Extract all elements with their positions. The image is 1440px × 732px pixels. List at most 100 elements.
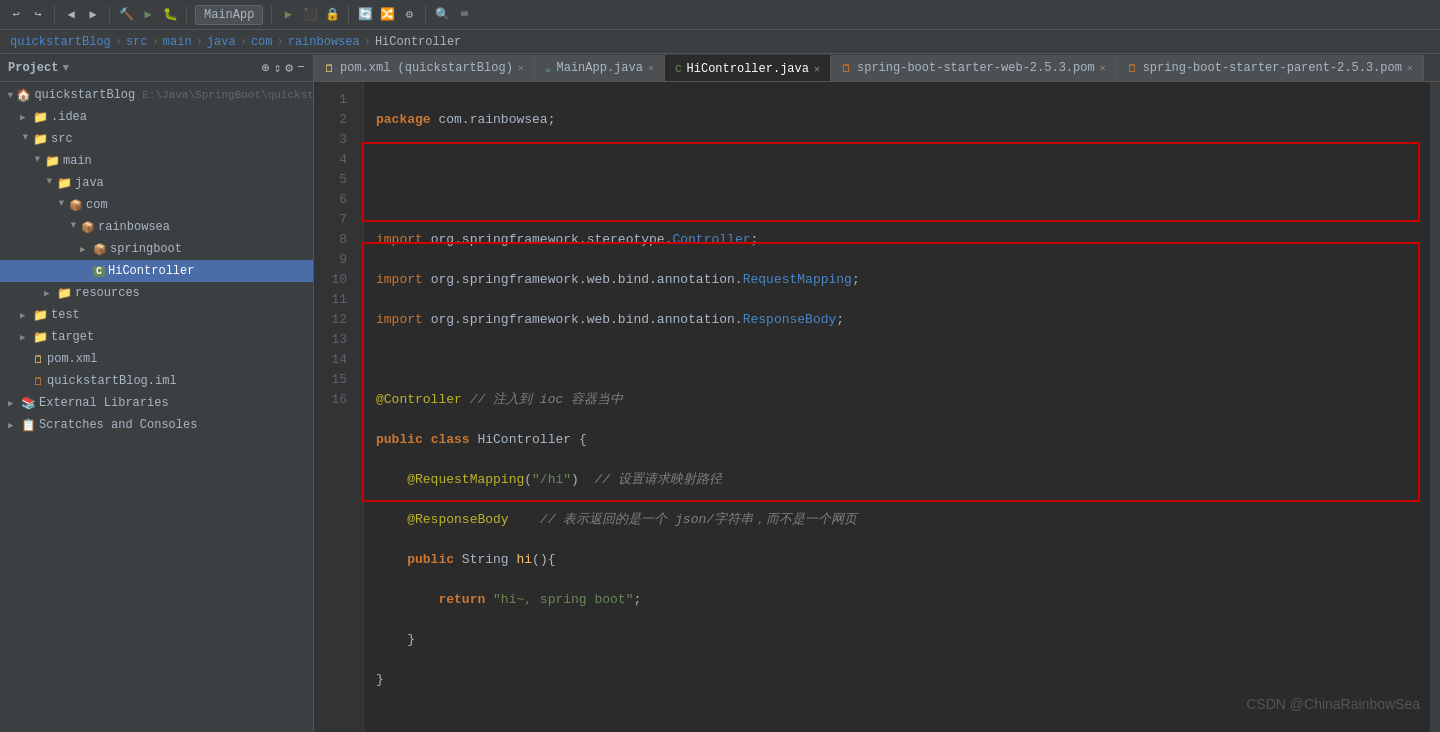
line-9: public class HiController { <box>376 432 587 447</box>
tree-item-java[interactable]: ▶ 📁 java <box>0 172 313 194</box>
build-icon[interactable]: 🔨 <box>118 7 134 23</box>
breadcrumb-com[interactable]: com <box>251 35 273 49</box>
tree-item-springboot[interactable]: ▶ 📦 springboot <box>0 238 313 260</box>
breadcrumb: quickstartBlog › src › main › java › com… <box>0 30 1440 54</box>
tree-item-external-libs[interactable]: ▶ 📚 External Libraries <box>0 392 313 414</box>
editor-tabs: 🗒 pom.xml (quickstartBlog) ✕ ☕ MainApp.j… <box>314 54 1440 82</box>
sidebar-title: Project ▼ <box>8 61 69 75</box>
run-icon[interactable]: ▶ <box>140 7 156 23</box>
tree-item-rainbowsea[interactable]: ▶ 📦 rainbowsea <box>0 216 313 238</box>
hicontroller-icon: C <box>93 266 105 277</box>
src-folder-icon: 📁 <box>33 132 48 147</box>
tab-label-hicontroller: HiController.java <box>687 62 809 76</box>
line-14: } <box>376 632 415 647</box>
tab-mainapp[interactable]: ☕ MainApp.java ✕ <box>535 55 665 81</box>
external-libs-icon: 📚 <box>21 396 36 411</box>
tree-item-com[interactable]: ▶ 📦 com <box>0 194 313 216</box>
pom-icon: 🗒 <box>33 353 44 366</box>
forward-icon[interactable]: ▶ <box>85 7 101 23</box>
chevron-java: ▶ <box>44 178 55 188</box>
line-5: import org.springframework.web.bind.anno… <box>376 272 860 287</box>
line-1: package com.rainbowsea; <box>376 112 555 127</box>
idea-folder-icon: 📁 <box>33 110 48 125</box>
tree-label-iml: quickstartBlog.iml <box>47 374 177 388</box>
iml-icon: 🗒 <box>33 375 44 388</box>
sidebar-icon-locate[interactable]: ⊕ <box>262 60 270 76</box>
run2-icon[interactable]: ▶ <box>280 7 296 23</box>
line-11: @ResponseBody // 表示返回的是一个 json/字符串，而不是一个… <box>376 512 857 527</box>
code-content[interactable]: package com.rainbowsea; import org.sprin… <box>364 82 1430 732</box>
chevron-project: ▶ <box>5 92 16 97</box>
tree-item-iml[interactable]: ▶ 🗒 quickstartBlog.iml <box>0 370 313 392</box>
tree-item-idea[interactable]: ▶ 📁 .idea <box>0 106 313 128</box>
tree-label-target: target <box>51 330 94 344</box>
tree-label-rainbowsea: rainbowsea <box>98 220 170 234</box>
sep3 <box>186 6 187 24</box>
debug-icon[interactable]: 🐛 <box>162 7 178 23</box>
line-8: @Controller // 注入到 ioc 容器当中 <box>376 392 623 407</box>
breadcrumb-src[interactable]: src <box>126 35 148 49</box>
tree-item-hicontroller[interactable]: ▶ C HiController <box>0 260 313 282</box>
tree-item-target[interactable]: ▶ 📁 target <box>0 326 313 348</box>
tab-icon-hicontroller: C <box>675 63 682 75</box>
resources-folder-icon: 📁 <box>57 286 72 301</box>
breadcrumb-rainbowsea[interactable]: rainbowsea <box>288 35 360 49</box>
sidebar-icon-minimize[interactable]: − <box>297 60 305 76</box>
rainbowsea-pkg-icon: 📦 <box>81 221 95 234</box>
editor-scrollbar[interactable] <box>1430 82 1440 732</box>
tree-item-src[interactable]: ▶ 📁 src <box>0 128 313 150</box>
test-folder-icon: 📁 <box>33 308 48 323</box>
tab-icon-starter-web: 🗒 <box>841 62 852 75</box>
project-dropdown-arrow[interactable]: ▼ <box>62 62 69 74</box>
sidebar-icon-settings[interactable]: ⚙ <box>285 60 293 76</box>
tab-starter-web[interactable]: 🗒 spring-boot-starter-web-2.5.3.pom ✕ <box>831 55 1117 81</box>
sync-icon[interactable]: 🔄 <box>357 7 373 23</box>
tree-item-pom[interactable]: ▶ 🗒 pom.xml <box>0 348 313 370</box>
tab-pom-xml[interactable]: 🗒 pom.xml (quickstartBlog) ✕ <box>314 55 535 81</box>
tree-label-com: com <box>86 198 108 212</box>
line-6: import org.springframework.web.bind.anno… <box>376 312 844 327</box>
scratches-icon: 📋 <box>21 418 36 433</box>
tab-close-mainapp[interactable]: ✕ <box>648 62 654 74</box>
project-icon: 🏠 <box>16 88 31 103</box>
tab-starter-parent[interactable]: 🗒 spring-boot-starter-parent-2.5.3.pom ✕ <box>1117 55 1424 81</box>
tab-close-pom-xml[interactable]: ✕ <box>518 62 524 74</box>
app-name-dropdown[interactable]: MainApp <box>195 5 263 25</box>
chevron-resources: ▶ <box>44 288 54 299</box>
code-view[interactable]: 1 2 3 4 5 6 7 8 9 10 11 12 13 14 15 16 p… <box>314 82 1440 732</box>
chevron-src: ▶ <box>20 134 31 144</box>
settings-icon[interactable]: ⚙ <box>401 7 417 23</box>
tree-item-scratches[interactable]: ▶ 📋 Scratches and Consoles <box>0 414 313 436</box>
sidebar-icon-scroll[interactable]: ⇕ <box>274 60 282 76</box>
line-15: } <box>376 672 384 687</box>
tree-label-idea: .idea <box>51 110 87 124</box>
search2-icon[interactable]: 🔍 <box>434 7 450 23</box>
tab-hicontroller[interactable]: C HiController.java ✕ <box>665 55 831 81</box>
tree-item-project[interactable]: ▶ 🏠 quickstartBlog E:\Java\SpringBoot\qu… <box>0 84 313 106</box>
tab-label-starter-parent: spring-boot-starter-parent-2.5.3.pom <box>1143 61 1402 75</box>
tab-label-starter-web: spring-boot-starter-web-2.5.3.pom <box>857 61 1095 75</box>
tree-item-resources[interactable]: ▶ 📁 resources <box>0 282 313 304</box>
breadcrumb-java[interactable]: java <box>207 35 236 49</box>
com-pkg-icon: 📦 <box>69 199 83 212</box>
coverage-icon[interactable]: 🔒 <box>324 7 340 23</box>
tree-item-main[interactable]: ▶ 📁 main <box>0 150 313 172</box>
java-folder-icon: 📁 <box>57 176 72 191</box>
git-icon[interactable]: 🔀 <box>379 7 395 23</box>
undo-icon[interactable]: ↩ <box>8 7 24 23</box>
redo-icon[interactable]: ↪ <box>30 7 46 23</box>
breadcrumb-main[interactable]: main <box>163 35 192 49</box>
project-label: Project <box>8 61 58 75</box>
springboot-pkg-icon: 📦 <box>93 243 107 256</box>
tab-close-starter-web[interactable]: ✕ <box>1100 62 1106 74</box>
tab-close-starter-parent[interactable]: ✕ <box>1407 62 1413 74</box>
breadcrumb-project[interactable]: quickstartBlog <box>10 35 111 49</box>
back-icon[interactable]: ◀ <box>63 7 79 23</box>
line-10: @RequestMapping("/hi") // 设置请求映射路径 <box>376 472 722 487</box>
chevron-main: ▶ <box>32 156 43 166</box>
tab-close-hicontroller[interactable]: ✕ <box>814 63 820 75</box>
line-numbers: 1 2 3 4 5 6 7 8 9 10 11 12 13 14 15 16 <box>314 82 364 732</box>
terminal-icon[interactable]: ⌨ <box>456 7 472 23</box>
tree-item-test[interactable]: ▶ 📁 test <box>0 304 313 326</box>
stop-icon[interactable]: ⬛ <box>302 7 318 23</box>
